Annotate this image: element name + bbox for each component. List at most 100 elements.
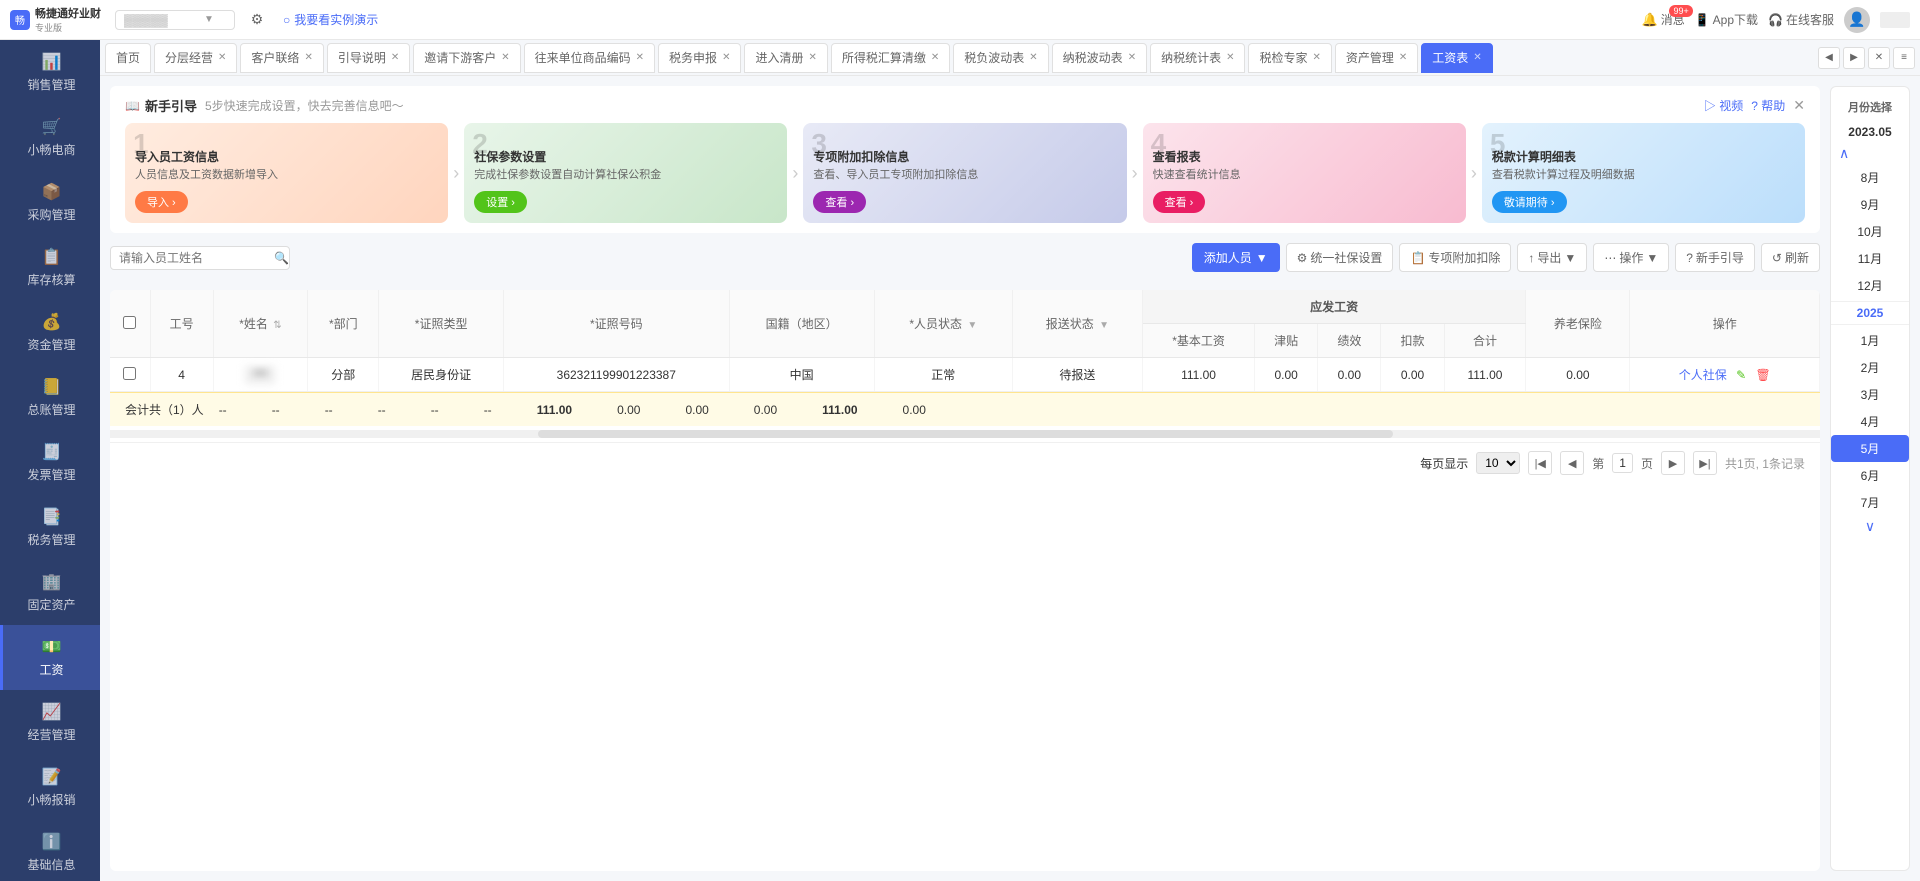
- tab-next-button[interactable]: ▶: [1843, 47, 1865, 69]
- tab-tax-expert[interactable]: 税检专家 ✕: [1248, 43, 1331, 73]
- step-action-btn-3[interactable]: 查看 ›: [813, 191, 866, 213]
- row-checkbox[interactable]: [123, 367, 136, 380]
- page-size-select[interactable]: 10 20 50: [1476, 452, 1520, 474]
- tab-invite[interactable]: 邀请下游客户 ✕: [413, 43, 520, 73]
- online-service-button[interactable]: 🎧 在线客服: [1768, 11, 1834, 28]
- tab-client[interactable]: 客户联络 ✕: [240, 43, 323, 73]
- tab-prev-button[interactable]: ◀: [1818, 47, 1840, 69]
- tab-clearance[interactable]: 进入清册 ✕: [744, 43, 827, 73]
- name-sort-icon[interactable]: ⇅: [273, 320, 281, 331]
- operations-button[interactable]: ⋯ 操作 ▼: [1593, 243, 1669, 272]
- step-action-btn-5[interactable]: 敬请期待 ›: [1492, 191, 1567, 213]
- export-button[interactable]: ↑ 导出 ▼: [1517, 243, 1587, 272]
- tab-close-icon[interactable]: ✕: [1029, 52, 1037, 63]
- report-filter-icon[interactable]: ▼: [1099, 320, 1109, 331]
- tab-close-icon[interactable]: ✕: [636, 52, 644, 63]
- guide-close-button[interactable]: ✕: [1793, 97, 1805, 114]
- tab-layered[interactable]: 分层经营 ✕: [154, 43, 237, 73]
- month-item-1[interactable]: 1月: [1831, 327, 1909, 354]
- sidebar-item-sales[interactable]: 📊 销售管理: [0, 40, 100, 105]
- sidebar-item-invoice[interactable]: 🧾 发票管理: [0, 430, 100, 495]
- account-selector[interactable]: ▓▓▓▓▓ ▼: [115, 10, 235, 30]
- first-page-button[interactable]: |◀: [1528, 451, 1552, 475]
- tab-close-icon[interactable]: ✕: [1399, 52, 1407, 63]
- last-page-button[interactable]: ▶|: [1693, 451, 1717, 475]
- prev-page-button[interactable]: ◀: [1560, 451, 1584, 475]
- tab-more-button[interactable]: ≡: [1893, 47, 1915, 69]
- tab-home[interactable]: 首页: [105, 43, 151, 73]
- app-download-button[interactable]: 📱 App下载: [1695, 11, 1758, 28]
- tab-item-codes[interactable]: 往来单位商品编码 ✕: [524, 43, 655, 73]
- select-all-checkbox[interactable]: [123, 316, 136, 329]
- tab-close-icon[interactable]: ✕: [391, 52, 399, 63]
- month-item-10[interactable]: 10月: [1831, 218, 1909, 245]
- month-item-3[interactable]: 3月: [1831, 381, 1909, 408]
- search-input[interactable]: [119, 251, 274, 265]
- tab-close-icon[interactable]: ✕: [1226, 52, 1234, 63]
- td-status: 正常: [874, 358, 1012, 392]
- month-item-4[interactable]: 4月: [1831, 408, 1909, 435]
- settings-gear-icon[interactable]: ⚙: [243, 6, 271, 34]
- video-help-link[interactable]: ▷ 视频: [1704, 97, 1743, 114]
- sidebar-item-inventory[interactable]: 📋 库存核算: [0, 235, 100, 300]
- edit-link[interactable]: ✎: [1736, 368, 1746, 382]
- tab-tax-report[interactable]: 税务申报 ✕: [658, 43, 741, 73]
- unified-settings-button[interactable]: ⚙ 统一社保设置: [1286, 243, 1394, 272]
- tab-close-icon[interactable]: ✕: [1128, 52, 1136, 63]
- status-filter-icon[interactable]: ▼: [967, 320, 977, 331]
- search-magnifier-icon[interactable]: 🔍: [274, 251, 289, 265]
- tab-close-icon[interactable]: ✕: [1473, 52, 1481, 63]
- month-item-12[interactable]: 12月: [1831, 272, 1909, 299]
- sidebar-item-payroll[interactable]: 💵 工资: [0, 625, 100, 690]
- refresh-button[interactable]: ↺ 刷新: [1761, 243, 1820, 272]
- sidebar-item-ecommerce[interactable]: 🛒 小畅电商: [0, 105, 100, 170]
- delete-link[interactable]: 🗑: [1756, 368, 1771, 382]
- month-item-8[interactable]: 8月: [1831, 164, 1909, 191]
- month-item-2[interactable]: 2月: [1831, 354, 1909, 381]
- tab-guide-desc[interactable]: 引导说明 ✕: [327, 43, 410, 73]
- tab-close-all-button[interactable]: ✕: [1868, 47, 1890, 69]
- demo-button[interactable]: ○ 我要看实例演示: [279, 11, 378, 28]
- step-action-btn-4[interactable]: 查看 ›: [1153, 191, 1206, 213]
- step-action-btn-2[interactable]: 设置 ›: [474, 191, 527, 213]
- special-deduction-button[interactable]: 📋 专项附加扣除: [1399, 243, 1511, 272]
- month-item-6[interactable]: 6月: [1831, 462, 1909, 489]
- notification-button[interactable]: 🔔 消息 99+: [1642, 11, 1685, 28]
- tab-tax-wave[interactable]: 纳税波动表 ✕: [1052, 43, 1147, 73]
- tab-close-icon[interactable]: ✕: [501, 52, 509, 63]
- sidebar-item-purchase[interactable]: 📦 采购管理: [0, 170, 100, 235]
- user-avatar[interactable]: 👤: [1844, 7, 1870, 33]
- next-page-button[interactable]: ▶: [1661, 451, 1685, 475]
- tab-tax-burden[interactable]: 税负波动表 ✕: [953, 43, 1048, 73]
- personal-insurance-link[interactable]: 个人社保: [1679, 368, 1727, 382]
- add-employee-button[interactable]: 添加人员 ▼: [1192, 243, 1280, 272]
- scrollbar-thumb[interactable]: [538, 430, 1393, 438]
- sidebar-item-assets[interactable]: 🏢 固定资产: [0, 560, 100, 625]
- sidebar-item-basic-info[interactable]: ℹ️ 基础信息: [0, 820, 100, 881]
- tab-asset-mgmt[interactable]: 资产管理 ✕: [1335, 43, 1418, 73]
- month-item-7[interactable]: 7月: [1831, 489, 1909, 516]
- guide-button[interactable]: ? 新手引导: [1675, 243, 1755, 272]
- sidebar-item-expense[interactable]: 📝 小畅报销: [0, 755, 100, 820]
- tab-close-icon[interactable]: ✕: [1313, 52, 1321, 63]
- horizontal-scrollbar[interactable]: [110, 430, 1820, 438]
- sidebar-item-ledger[interactable]: 📒 总账管理: [0, 365, 100, 430]
- month-next-button[interactable]: ∨: [1865, 518, 1875, 535]
- tab-close-icon[interactable]: ✕: [931, 52, 939, 63]
- month-prev-button[interactable]: ∧: [1839, 145, 1849, 162]
- tab-close-icon[interactable]: ✕: [808, 52, 816, 63]
- month-item-5[interactable]: 5月: [1831, 435, 1909, 462]
- tab-payroll[interactable]: 工资表 ✕: [1421, 43, 1492, 73]
- tab-close-icon[interactable]: ✕: [304, 52, 312, 63]
- step-action-btn-1[interactable]: 导入 ›: [135, 191, 188, 213]
- help-link[interactable]: ? 帮助: [1751, 97, 1785, 114]
- sidebar-item-finance[interactable]: 💰 资金管理: [0, 300, 100, 365]
- month-item-9[interactable]: 9月: [1831, 191, 1909, 218]
- tab-tax-stats[interactable]: 纳税统计表 ✕: [1150, 43, 1245, 73]
- sidebar-item-tax[interactable]: 📑 税务管理: [0, 495, 100, 560]
- tab-close-icon[interactable]: ✕: [722, 52, 730, 63]
- sidebar-item-operations[interactable]: 📈 经营管理: [0, 690, 100, 755]
- month-item-11[interactable]: 11月: [1831, 245, 1909, 272]
- tab-income-tax[interactable]: 所得税汇算清缴 ✕: [831, 43, 950, 73]
- tab-close-icon[interactable]: ✕: [218, 52, 226, 63]
